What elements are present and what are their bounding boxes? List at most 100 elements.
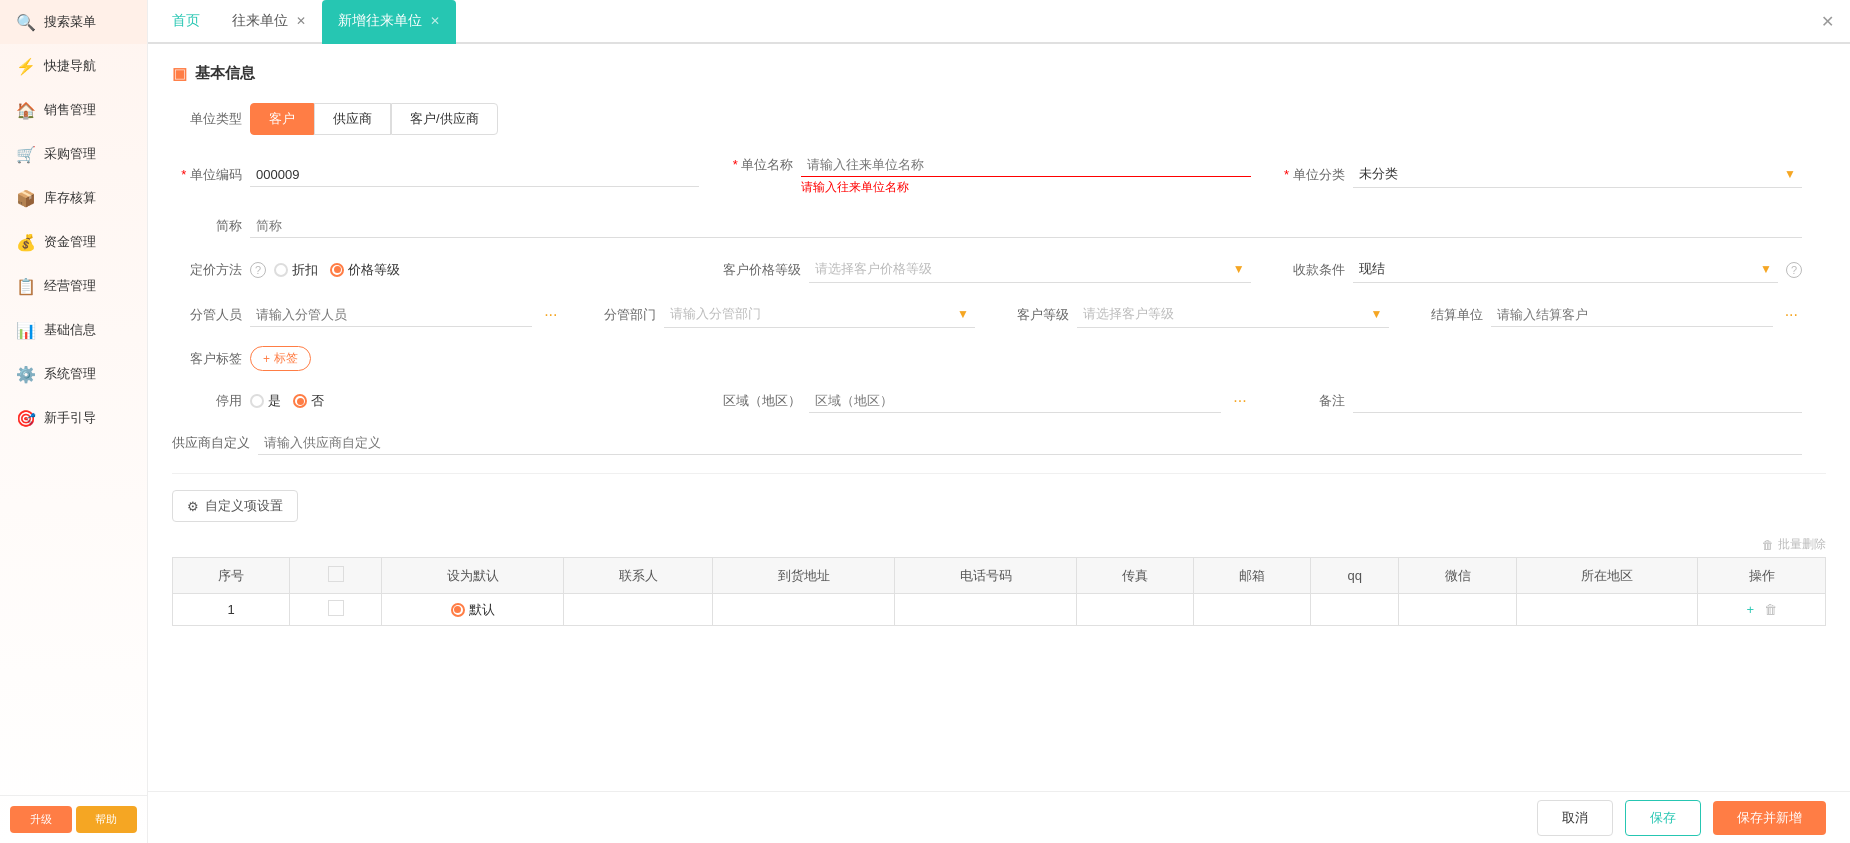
upgrade-button[interactable]: 升级 [10, 806, 72, 833]
cell-phone [895, 594, 1077, 626]
price-level-radio[interactable] [330, 263, 344, 277]
help-button[interactable]: 帮助 [76, 806, 138, 833]
unit-type-label: 单位类型 [172, 110, 242, 128]
tab-new-partner-label: 新增往来单位 [338, 12, 422, 30]
unit-name-label: 单位名称 [723, 156, 793, 174]
price-level-label: 价格等级 [348, 261, 400, 279]
cell-location [1516, 594, 1698, 626]
tab-partners[interactable]: 往来单位 ✕ [216, 0, 322, 44]
col-wechat: 微信 [1399, 558, 1516, 594]
custom-settings-button[interactable]: ⚙ 自定义项设置 [172, 490, 298, 522]
cancel-button[interactable]: 取消 [1537, 800, 1613, 836]
stopuse-yes[interactable]: 是 [250, 392, 281, 410]
cell-fax [1077, 594, 1194, 626]
remark-input[interactable] [1353, 389, 1802, 413]
payment-terms-select[interactable]: 现结 ▼ [1353, 256, 1778, 283]
settlement-unit-input[interactable] [1491, 303, 1773, 327]
table-row: 1 默认 [173, 594, 1826, 626]
sidebar-item-basic[interactable]: 📊 基础信息 [0, 308, 147, 352]
dept-group: 分管部门 请输入分管部门 ▼ [586, 301, 1000, 328]
default-radio-item[interactable]: 默认 [392, 601, 553, 619]
sidebar-item-label: 经营管理 [44, 277, 96, 295]
sidebar-item-search[interactable]: 🔍 搜索菜单 [0, 0, 147, 44]
cell-checkbox[interactable] [290, 594, 382, 626]
region-dots[interactable]: ··· [1229, 392, 1250, 410]
payment-terms-help-icon[interactable]: ? [1786, 262, 1802, 278]
close-all-tabs[interactable]: ✕ [1813, 12, 1842, 31]
save-new-button[interactable]: 保存并新增 [1713, 801, 1826, 835]
dept-dropdown-icon: ▼ [957, 307, 969, 321]
sidebar-item-system[interactable]: ⚙️ 系统管理 [0, 352, 147, 396]
sidebar-item-purchase[interactable]: 🛒 采购管理 [0, 132, 147, 176]
target-icon: 🎯 [16, 408, 36, 428]
add-tag-button[interactable]: + 标签 [250, 346, 311, 371]
section-title-text: 基本信息 [195, 64, 255, 83]
default-radio[interactable] [451, 603, 465, 617]
tab-partners-close[interactable]: ✕ [296, 14, 306, 28]
unit-code-input[interactable] [250, 163, 699, 187]
col-default: 设为默认 [382, 558, 564, 594]
dept-select[interactable]: 请输入分管部门 ▼ [664, 301, 976, 328]
unit-category-select[interactable]: 未分类 ▼ [1353, 161, 1802, 188]
sidebar-item-quick-nav[interactable]: ⚡ 快捷导航 [0, 44, 147, 88]
unit-type-row: 单位类型 客户 供应商 客户/供应商 [172, 103, 1826, 135]
unit-category-value: 未分类 [1359, 165, 1398, 183]
tab-new-partner-close[interactable]: ✕ [430, 14, 440, 28]
customer-level-select[interactable]: 请选择客户等级 ▼ [1077, 301, 1389, 328]
yes-radio[interactable] [250, 394, 264, 408]
region-input[interactable] [809, 389, 1221, 413]
no-radio[interactable] [293, 394, 307, 408]
region-label: 区域（地区） [723, 392, 801, 410]
pricing-discount[interactable]: 折扣 [274, 261, 318, 279]
discount-radio[interactable] [274, 263, 288, 277]
sidebar-item-finance[interactable]: 💰 资金管理 [0, 220, 147, 264]
unit-type-supplier[interactable]: 供应商 [314, 103, 391, 135]
sidebar-item-label: 快捷导航 [44, 57, 96, 75]
abbr-input[interactable] [250, 214, 1802, 238]
batch-delete-area: 🗑 批量删除 [172, 536, 1826, 553]
customer-price-level-placeholder: 请选择客户价格等级 [815, 260, 932, 278]
settlement-dots[interactable]: ··· [1781, 306, 1802, 324]
unit-code-group: 单位编码 [172, 163, 723, 187]
add-row-icon[interactable]: + [1747, 602, 1755, 617]
cell-email [1194, 594, 1311, 626]
sidebar-item-guide[interactable]: 🎯 新手引导 [0, 396, 147, 440]
sidebar-item-sales[interactable]: 🏠 销售管理 [0, 88, 147, 132]
search-icon: 🔍 [16, 12, 36, 32]
supplier-custom-row: 供应商自定义 [172, 431, 1826, 455]
customer-price-level-select[interactable]: 请选择客户价格等级 ▼ [809, 256, 1250, 283]
save-button[interactable]: 保存 [1625, 800, 1701, 836]
col-contact: 联系人 [564, 558, 713, 594]
col-action: 操作 [1698, 558, 1826, 594]
tab-new-partner[interactable]: 新增往来单位 ✕ [322, 0, 456, 44]
sidebar-item-ops[interactable]: 📋 经营管理 [0, 264, 147, 308]
col-qq: qq [1311, 558, 1399, 594]
unit-name-input[interactable] [801, 153, 1250, 177]
unit-type-customer[interactable]: 客户 [250, 103, 314, 135]
cart-icon: 🛒 [16, 144, 36, 164]
col-email: 邮箱 [1194, 558, 1311, 594]
customer-level-label: 客户等级 [999, 306, 1069, 324]
money-icon: 💰 [16, 232, 36, 252]
select-all-checkbox[interactable] [328, 566, 344, 582]
supplier-custom-input[interactable] [258, 431, 1802, 455]
delete-row-icon[interactable]: 🗑 [1764, 602, 1777, 617]
row-checkbox[interactable] [328, 600, 344, 616]
manager-input[interactable] [250, 303, 532, 327]
col-checkbox [290, 558, 382, 594]
unit-type-both[interactable]: 客户/供应商 [391, 103, 498, 135]
abbr-label: 简称 [172, 217, 242, 235]
sidebar-item-inventory[interactable]: 📦 库存核算 [0, 176, 147, 220]
pricing-price-level[interactable]: 价格等级 [330, 261, 400, 279]
sidebar-item-label: 库存核算 [44, 189, 96, 207]
supplier-custom-group: 供应商自定义 [172, 431, 1826, 455]
pricing-help-icon[interactable]: ? [250, 262, 266, 278]
stopuse-no[interactable]: 否 [293, 392, 324, 410]
settlement-unit-group: 结算单位 ··· [1413, 303, 1827, 327]
cell-wechat [1399, 594, 1516, 626]
manager-dots[interactable]: ··· [540, 306, 561, 324]
section-title: ▣ 基本信息 [172, 64, 1826, 83]
payment-terms-group: 收款条件 现结 ▼ ? [1275, 256, 1826, 283]
batch-delete-label[interactable]: 批量删除 [1778, 536, 1826, 553]
tab-home[interactable]: 首页 [156, 0, 216, 44]
